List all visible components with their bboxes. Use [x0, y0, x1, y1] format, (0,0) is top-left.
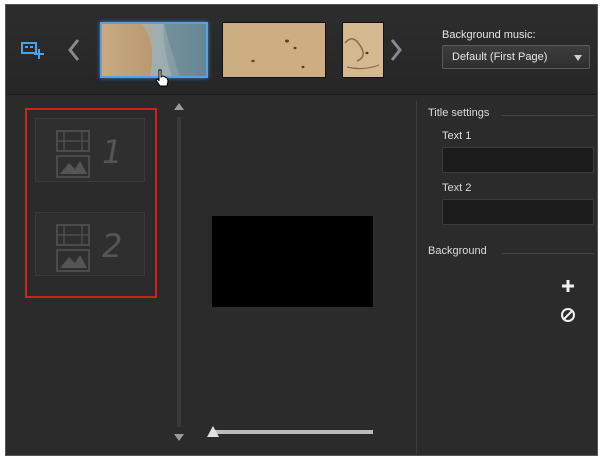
scroll-left-icon[interactable] — [64, 35, 84, 65]
chevron-down-icon — [574, 55, 582, 61]
background-music-dropdown[interactable]: Default (First Page) — [442, 45, 590, 69]
page-number: 1 — [102, 133, 123, 171]
background-music-value: Default (First Page) — [452, 51, 548, 63]
slider-track[interactable] — [211, 430, 373, 434]
section-divider — [502, 115, 594, 116]
page-list-highlight: 1 2 — [25, 108, 157, 298]
scroll-down-icon[interactable] — [174, 434, 184, 441]
photo-thumbnail-tracks[interactable] — [342, 22, 384, 78]
text2-label: Text 2 — [442, 182, 472, 194]
plus-icon[interactable] — [560, 278, 576, 294]
photo-strip-toolbar: Background music: Default (First Page) — [6, 5, 597, 95]
text1-label: Text 1 — [442, 130, 472, 142]
title-settings-heading: Title settings — [428, 107, 490, 119]
text2-field[interactable] — [442, 199, 594, 225]
page-item-1[interactable]: 1 — [35, 118, 145, 182]
background-heading: Background — [428, 245, 487, 257]
no-entry-icon[interactable] — [560, 307, 576, 323]
zoom-slider[interactable] — [207, 425, 375, 439]
photo-thumbnail-sand[interactable] — [222, 22, 326, 78]
photo-page-icon — [56, 224, 90, 272]
background-music-label: Background music: — [442, 29, 536, 41]
add-photo-icon[interactable] — [21, 37, 47, 63]
text1-field[interactable] — [442, 147, 594, 173]
photo-page-icon — [56, 130, 90, 178]
panel-divider — [416, 101, 417, 455]
page-preview — [212, 216, 373, 307]
slideshow-editor-window: Background music: Default (First Page) 1 — [5, 4, 598, 456]
scroll-right-icon[interactable] — [386, 35, 406, 65]
scroll-track[interactable] — [177, 117, 181, 427]
slider-handle[interactable] — [207, 426, 219, 437]
vertical-scrollbar[interactable] — [173, 103, 185, 441]
photo-thumbnail-beach[interactable] — [100, 22, 208, 78]
page-number: 2 — [102, 227, 123, 265]
section-divider — [502, 253, 594, 254]
page-item-2[interactable]: 2 — [35, 212, 145, 276]
scroll-up-icon[interactable] — [174, 103, 184, 110]
